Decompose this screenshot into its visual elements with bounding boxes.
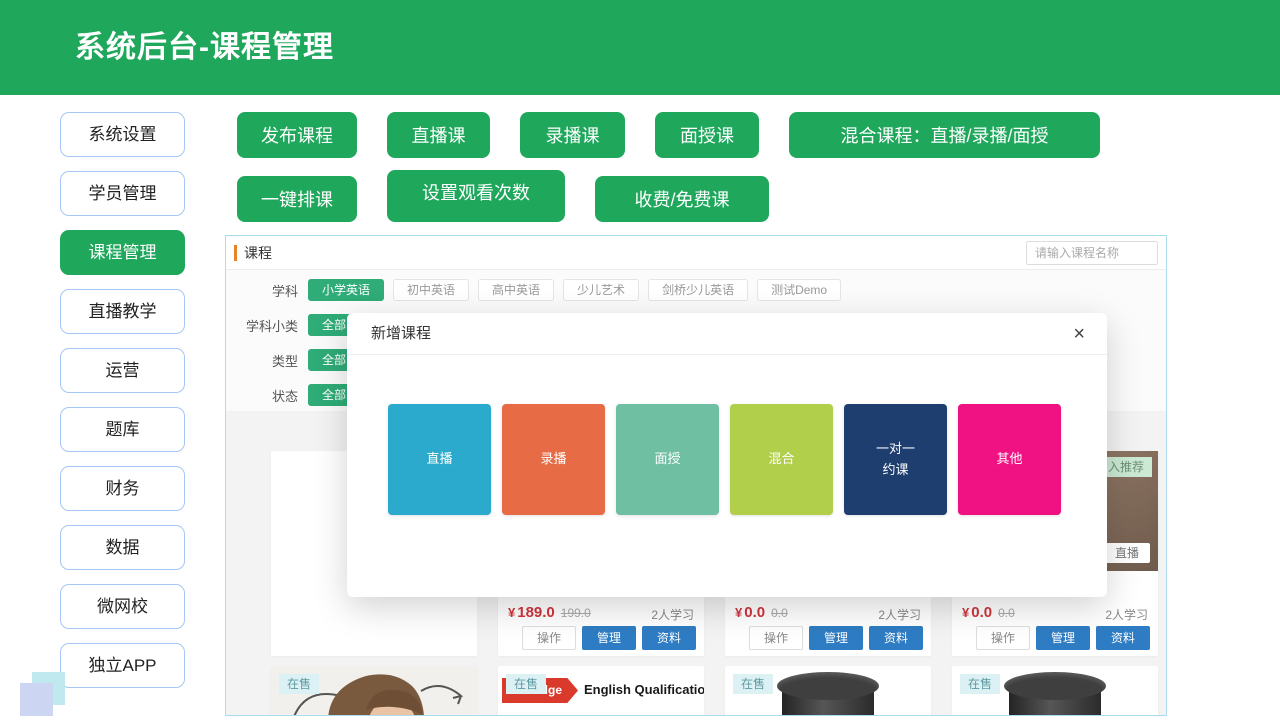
course-price: 0.0 xyxy=(971,604,992,621)
recorded-course-button[interactable]: 录播课 xyxy=(520,112,625,158)
sidebar-item-data[interactable]: 数据 xyxy=(60,525,185,570)
sidebar-item-student-management[interactable]: 学员管理 xyxy=(60,171,185,216)
course-search-input[interactable] xyxy=(1026,241,1158,265)
add-course-modal: 新增课程 × 直播录播面授混合一对一 约课其他 xyxy=(347,313,1107,597)
sidebar-item-independent-app[interactable]: 独立APP xyxy=(60,643,185,688)
onsale-badge: 在售 xyxy=(960,674,1000,694)
course-old-price: 0.0 xyxy=(771,606,788,620)
paid-free-course-button[interactable]: 收费/免费课 xyxy=(595,176,769,222)
page-title: 系统后台-课程管理 xyxy=(75,0,334,95)
students-count: 2人学习 xyxy=(651,606,694,623)
sidebar-item-micro-school[interactable]: 微网校 xyxy=(60,584,185,629)
filter-option[interactable]: 测试Demo xyxy=(757,279,841,301)
cambridge-caption: English Qualifications xyxy=(584,682,704,697)
operate-button[interactable]: 操作 xyxy=(749,626,803,650)
card-actions: 操作管理资料 xyxy=(749,626,923,650)
course-price: 189.0 xyxy=(517,604,555,621)
course-type-mixed[interactable]: 混合 xyxy=(730,404,833,515)
decoration-square-blue xyxy=(20,683,53,716)
filter-label: 类型 xyxy=(226,351,298,370)
manage-button[interactable]: 管理 xyxy=(1036,626,1090,650)
course-type-one-on-one[interactable]: 一对一 约课 xyxy=(844,404,947,515)
manage-button[interactable]: 管理 xyxy=(809,626,863,650)
modal-header: 新增课程 × xyxy=(347,313,1107,355)
filter-label: 状态 xyxy=(226,386,298,405)
course-type-recorded[interactable]: 录播 xyxy=(502,404,605,515)
course-card[interactable]: 在售 xyxy=(271,666,477,716)
course-old-price: 0.0 xyxy=(998,606,1015,620)
course-card[interactable]: 在售 xyxy=(725,666,931,716)
one-key-schedule-button[interactable]: 一键排课 xyxy=(237,176,357,222)
product-photo xyxy=(1004,672,1106,700)
course-type-badge: 直播 xyxy=(1104,543,1150,563)
app-header: 系统后台-课程管理 xyxy=(0,0,1280,95)
course-type-live[interactable]: 直播 xyxy=(388,404,491,515)
course-card[interactable]: 在售 xyxy=(952,666,1158,716)
publish-course-button[interactable]: 发布课程 xyxy=(237,112,357,158)
material-button[interactable]: 资料 xyxy=(1096,626,1150,650)
currency-symbol: ¥ xyxy=(508,605,515,620)
close-icon[interactable]: × xyxy=(1073,313,1085,355)
sidebar-item-finance[interactable]: 财务 xyxy=(60,466,185,511)
currency-symbol: ¥ xyxy=(962,605,969,620)
filter-option[interactable]: 少儿艺术 xyxy=(563,279,639,301)
filter-row: 学科小学英语初中英语高中英语少儿艺术剑桥少儿英语测试Demo xyxy=(226,279,1166,301)
course-type-offline[interactable]: 面授 xyxy=(616,404,719,515)
price-row: ¥0.0 0.0 2人学习 xyxy=(735,604,921,622)
set-view-count-button[interactable]: 设置观看次数 xyxy=(387,170,565,222)
quick-buttons-row-2: 一键排课设置观看次数收费/免费课 xyxy=(237,176,769,222)
offline-course-button[interactable]: 面授课 xyxy=(655,112,759,158)
onsale-badge: 在售 xyxy=(733,674,773,694)
filter-option[interactable]: 初中英语 xyxy=(393,279,469,301)
currency-symbol: ¥ xyxy=(735,605,742,620)
sidebar-item-course-management[interactable]: 课程管理 xyxy=(60,230,185,275)
filter-option[interactable]: 剑桥少儿英语 xyxy=(648,279,748,301)
live-course-button[interactable]: 直播课 xyxy=(387,112,490,158)
sidebar-item-operations[interactable]: 运营 xyxy=(60,348,185,393)
filter-label: 学科 xyxy=(226,281,298,300)
card-actions: 操作管理资料 xyxy=(976,626,1150,650)
operate-button[interactable]: 操作 xyxy=(976,626,1030,650)
material-button[interactable]: 资料 xyxy=(869,626,923,650)
students-count: 2人学习 xyxy=(1105,606,1148,623)
sidebar-item-live-teaching[interactable]: 直播教学 xyxy=(60,289,185,334)
course-old-price: 199.0 xyxy=(561,606,591,620)
panel-accent-bar xyxy=(234,245,237,261)
sidebar-item-question-bank[interactable]: 题库 xyxy=(60,407,185,452)
sidebar: 系统设置学员管理课程管理直播教学运营题库财务数据微网校独立APP xyxy=(60,112,185,688)
price-row: ¥189.0 199.0 2人学习 xyxy=(508,604,694,622)
filter-options: 小学英语初中英语高中英语少儿艺术剑桥少儿英语测试Demo xyxy=(308,279,841,301)
course-type-cards: 直播录播面授混合一对一 约课其他 xyxy=(388,404,1061,515)
sidebar-item-system-settings[interactable]: 系统设置 xyxy=(60,112,185,157)
material-button[interactable]: 资料 xyxy=(642,626,696,650)
product-photo xyxy=(777,672,879,700)
quick-buttons-row-1: 发布课程直播课录播课面授课混合课程：直播/录播/面授 xyxy=(237,112,1100,158)
panel-header: 课程 xyxy=(226,236,1166,270)
course-card[interactable]: 在售bridgeEnglish Qualifications xyxy=(498,666,704,716)
students-count: 2人学习 xyxy=(878,606,921,623)
panel-title: 课程 xyxy=(244,236,272,270)
operate-button[interactable]: 操作 xyxy=(522,626,576,650)
modal-title: 新增课程 xyxy=(371,313,431,355)
filter-label: 学科小类 xyxy=(226,316,298,335)
manage-button[interactable]: 管理 xyxy=(582,626,636,650)
filter-option[interactable]: 小学英语 xyxy=(308,279,384,301)
filter-option[interactable]: 高中英语 xyxy=(478,279,554,301)
course-price: 0.0 xyxy=(744,604,765,621)
onsale-badge: 在售 xyxy=(506,674,546,694)
price-row: ¥0.0 0.0 2人学习 xyxy=(962,604,1148,622)
mixed-course-button[interactable]: 混合课程：直播/录播/面授 xyxy=(789,112,1100,158)
card-actions: 操作管理资料 xyxy=(522,626,696,650)
onsale-badge: 在售 xyxy=(279,674,319,694)
course-type-other[interactable]: 其他 xyxy=(958,404,1061,515)
